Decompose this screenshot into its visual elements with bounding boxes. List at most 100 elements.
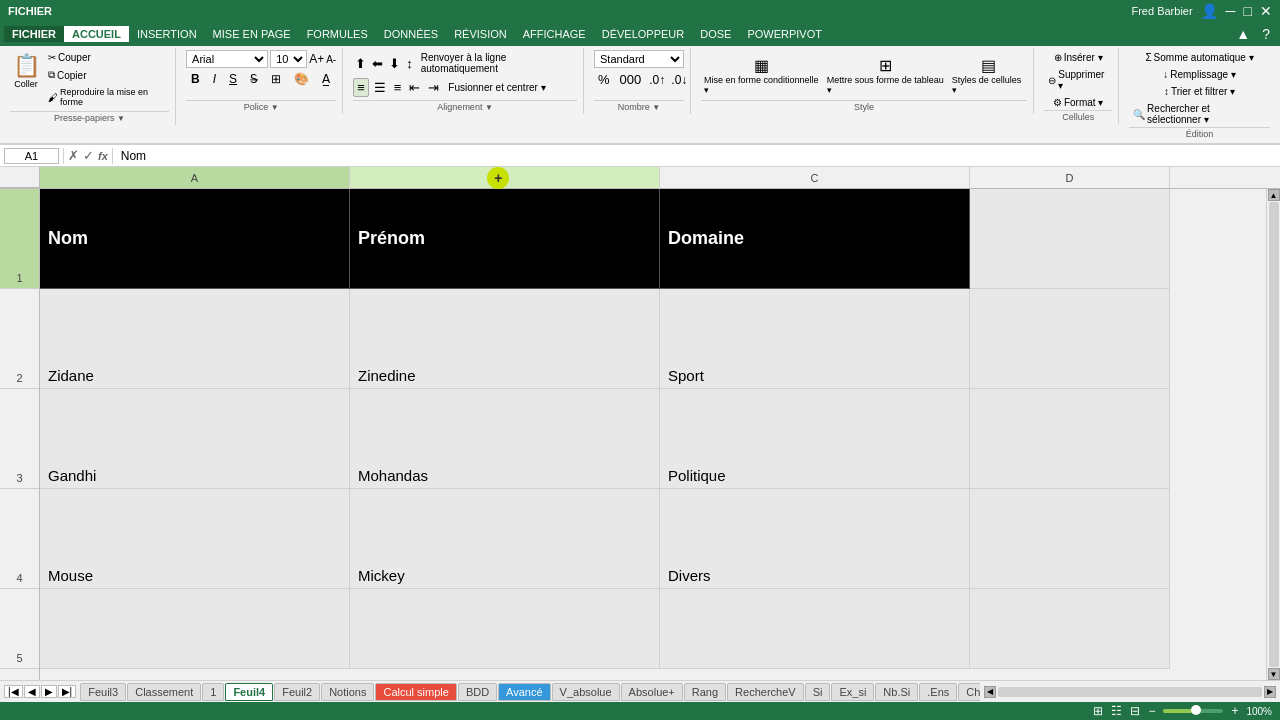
help-icon[interactable]: ?: [1256, 24, 1276, 44]
cell-d2[interactable]: [970, 289, 1170, 389]
sheet-tab-classement[interactable]: Classement: [127, 683, 201, 701]
row-header-2[interactable]: 2: [0, 289, 39, 389]
inserer-button[interactable]: ⊕ Insérer ▾: [1050, 50, 1107, 65]
sheet-tab-bdd[interactable]: BDD: [458, 683, 497, 701]
sheet-tab-1[interactable]: 1: [202, 683, 224, 701]
cell-b3[interactable]: Mohandas: [350, 389, 660, 489]
menu-developpeur[interactable]: DÉVELOPPEUR: [594, 26, 693, 42]
percent-icon[interactable]: %: [594, 70, 614, 89]
font-family-select[interactable]: Arial: [186, 50, 268, 68]
bold-button[interactable]: B: [186, 70, 205, 88]
number-format-select[interactable]: Standard: [594, 50, 684, 68]
cell-c3[interactable]: Politique: [660, 389, 970, 489]
zoom-slider[interactable]: [1163, 709, 1223, 713]
cell-d4[interactable]: [970, 489, 1170, 589]
cell-a5[interactable]: [40, 589, 350, 669]
cell-b5[interactable]: [350, 589, 660, 669]
cell-a2[interactable]: Zidane: [40, 289, 350, 389]
conditional-format-button[interactable]: ▦ Mise en forme conditionnelle ▾: [701, 53, 822, 98]
col-header-b[interactable]: + B: [350, 167, 660, 188]
cell-c2[interactable]: Sport: [660, 289, 970, 389]
increase-decimal-icon[interactable]: .0↑: [647, 72, 667, 88]
font-color-button[interactable]: A̲: [317, 70, 335, 88]
normal-view-icon[interactable]: ⊞: [1093, 704, 1103, 718]
cell-d3[interactable]: [970, 389, 1170, 489]
restore-icon[interactable]: □: [1244, 3, 1252, 19]
sheet-nav-next[interactable]: ▶: [41, 685, 57, 698]
sheet-tab-recherchev[interactable]: RechercheV: [727, 683, 804, 701]
supprimer-button[interactable]: ⊖ Supprimer ▾: [1044, 67, 1112, 93]
menu-formules[interactable]: FORMULES: [299, 26, 376, 42]
col-header-c[interactable]: C: [660, 167, 970, 188]
increase-font-icon[interactable]: A+: [309, 52, 324, 66]
sheet-nav-prev[interactable]: ◀: [24, 685, 40, 698]
col-header-d[interactable]: D: [970, 167, 1170, 188]
sheet-nav-last[interactable]: ▶|: [58, 685, 77, 698]
cell-a4[interactable]: Mouse: [40, 489, 350, 589]
copier-button[interactable]: ⧉ Copier: [44, 67, 169, 83]
row-header-4[interactable]: 4: [0, 489, 39, 589]
decrease-font-icon[interactable]: A-: [326, 54, 336, 65]
cell-c1[interactable]: Domaine: [660, 189, 970, 289]
somme-button[interactable]: Σ Somme automatique ▾: [1141, 50, 1257, 65]
row-header-5[interactable]: 5: [0, 589, 39, 669]
sheet-nav-first[interactable]: |◀: [4, 685, 23, 698]
zoom-in-icon[interactable]: +: [1231, 704, 1238, 718]
sheet-tab-v-absolue[interactable]: V_absolue: [552, 683, 620, 701]
increase-indent-icon[interactable]: ⇥: [425, 79, 442, 96]
decrease-decimal-icon[interactable]: .0↓: [669, 72, 689, 88]
sheet-tab-absolue-plus[interactable]: Absolue+: [621, 683, 683, 701]
corner-cell[interactable]: [0, 167, 40, 188]
remplissage-button[interactable]: ↓ Remplissage ▾: [1159, 67, 1240, 82]
sheet-tab-ex-si[interactable]: Ex_si: [831, 683, 874, 701]
minimize-icon[interactable]: ─: [1226, 3, 1236, 19]
format-button[interactable]: ⚙ Format ▾: [1049, 95, 1107, 110]
italic-button[interactable]: I: [208, 70, 221, 88]
sheet-tab-nb-si[interactable]: Nb.Si: [875, 683, 918, 701]
fill-color-button[interactable]: 🎨: [289, 70, 314, 88]
horizontal-scrollbar[interactable]: ◀ ▶: [984, 685, 1276, 699]
ribbon-collapse[interactable]: ▲: [1230, 24, 1256, 44]
sheet-tab-rang[interactable]: Rang: [684, 683, 726, 701]
align-center-icon[interactable]: ☰: [371, 79, 389, 96]
sheet-tab-feuil3[interactable]: Feuil3: [80, 683, 126, 701]
align-bottom-icon[interactable]: ⬇: [387, 55, 402, 72]
col-header-a[interactable]: A: [40, 167, 350, 188]
sheet-tab-choisir[interactable]: Choisir: [958, 683, 980, 701]
menu-mise-en-page[interactable]: MISE EN PAGE: [205, 26, 299, 42]
coller-button[interactable]: 📋 Coller: [10, 50, 42, 109]
text-direction-icon[interactable]: ↕: [404, 55, 415, 72]
cell-b4[interactable]: Mickey: [350, 489, 660, 589]
font-size-select[interactable]: 10: [270, 50, 307, 68]
align-top-icon[interactable]: ⬆: [353, 55, 368, 72]
close-icon[interactable]: ✕: [1260, 3, 1272, 19]
underline-button[interactable]: S: [224, 70, 242, 88]
wrap-text-button[interactable]: Renvoyer à la ligne automatiquement: [417, 50, 577, 76]
styles-cellules-button[interactable]: ▤ Styles de cellules ▾: [949, 53, 1027, 98]
sheet-tab-calcul-simple[interactable]: Calcul simple: [375, 683, 456, 701]
cell-c4[interactable]: Divers: [660, 489, 970, 589]
menu-accueil[interactable]: ACCUEIL: [64, 26, 129, 42]
page-break-icon[interactable]: ⊟: [1130, 704, 1140, 718]
sheet-tab-avance[interactable]: Avancé: [498, 683, 551, 701]
page-layout-icon[interactable]: ☷: [1111, 704, 1122, 718]
cell-d5[interactable]: [970, 589, 1170, 669]
row-header-3[interactable]: 3: [0, 389, 39, 489]
cell-c5[interactable]: [660, 589, 970, 669]
tableau-button[interactable]: ⊞ Mettre sous forme de tableau ▾: [824, 53, 947, 98]
menu-insertion[interactable]: INSERTION: [129, 26, 205, 42]
cell-a3[interactable]: Gandhi: [40, 389, 350, 489]
cell-b2[interactable]: Zinedine: [350, 289, 660, 389]
align-left-icon[interactable]: ≡: [353, 78, 369, 97]
align-middle-icon[interactable]: ⬅: [370, 55, 385, 72]
merge-center-button[interactable]: Fusionner et centrer ▾: [444, 80, 549, 95]
menu-powerpivot[interactable]: POWERPIVOT: [739, 26, 830, 42]
sheet-tab-feuil2[interactable]: Feuil2: [274, 683, 320, 701]
rechercher-button[interactable]: 🔍 Rechercher et sélectionner ▾: [1129, 101, 1270, 127]
sheet-tab-ens[interactable]: .Ens: [919, 683, 957, 701]
menu-dose[interactable]: DOSE: [692, 26, 739, 42]
cancel-formula-icon[interactable]: ✗: [68, 148, 79, 163]
sheet-tab-notions[interactable]: Notions: [321, 683, 374, 701]
couper-button[interactable]: ✂ Couper: [44, 50, 169, 65]
insert-function-icon[interactable]: fx: [98, 150, 108, 162]
